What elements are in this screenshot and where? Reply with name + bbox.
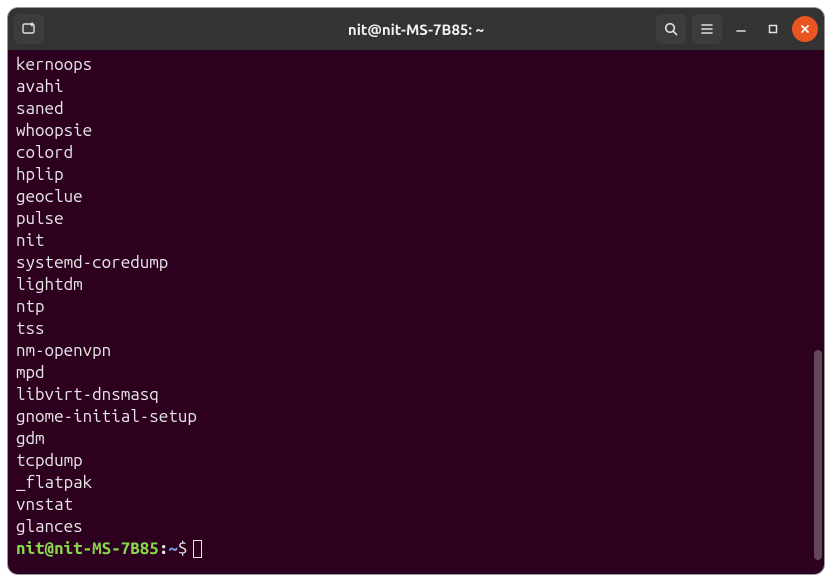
new-tab-icon [21, 21, 37, 37]
search-button[interactable] [656, 14, 686, 44]
output-line: hplip [16, 164, 816, 186]
maximize-icon [767, 23, 779, 35]
prompt-line: nit@nit-MS-7B85:~$ [16, 538, 816, 560]
scrollbar-thumb[interactable] [814, 350, 822, 560]
output-line: geoclue [16, 186, 816, 208]
minimize-icon [735, 23, 747, 35]
output-line: colord [16, 142, 816, 164]
prompt-user-host: nit@nit-MS-7B85 [16, 538, 159, 560]
output-line: kernoops [16, 54, 816, 76]
output-line: _flatpak [16, 472, 816, 494]
output-line: libvirt-dnsmasq [16, 384, 816, 406]
close-button[interactable] [792, 16, 818, 42]
output-line: tss [16, 318, 816, 340]
terminal-window: nit@nit-MS-7B85: ~ [8, 8, 824, 574]
window-title: nit@nit-MS-7B85: ~ [234, 21, 598, 38]
output-line: gdm [16, 428, 816, 450]
titlebar: nit@nit-MS-7B85: ~ [8, 8, 824, 50]
search-icon [663, 21, 679, 37]
output-line: mpd [16, 362, 816, 384]
new-tab-button[interactable] [14, 14, 44, 44]
output-line: nit [16, 230, 816, 252]
output-line: gnome-initial-setup [16, 406, 816, 428]
hamburger-icon [699, 21, 715, 37]
terminal-body[interactable]: kernoopsavahisanedwhoopsiecolordhplipgeo… [8, 50, 824, 574]
output-line: systemd-coredump [16, 252, 816, 274]
prompt-symbol: $ [178, 538, 188, 560]
prompt-path: ~ [168, 538, 178, 560]
output-line: nm-openvpn [16, 340, 816, 362]
output-line: saned [16, 98, 816, 120]
minimize-button[interactable] [728, 16, 754, 42]
prompt-separator: : [159, 538, 169, 560]
output-line: vnstat [16, 494, 816, 516]
output-line: whoopsie [16, 120, 816, 142]
cursor [193, 540, 202, 558]
titlebar-left [14, 14, 234, 44]
output-line: pulse [16, 208, 816, 230]
titlebar-right [598, 14, 818, 44]
output-line: ntp [16, 296, 816, 318]
close-icon [799, 23, 811, 35]
output-line: lightdm [16, 274, 816, 296]
menu-button[interactable] [692, 14, 722, 44]
output-line: tcpdump [16, 450, 816, 472]
output-line: avahi [16, 76, 816, 98]
output-line: glances [16, 516, 816, 538]
maximize-button[interactable] [760, 16, 786, 42]
terminal-output: kernoopsavahisanedwhoopsiecolordhplipgeo… [16, 54, 816, 538]
